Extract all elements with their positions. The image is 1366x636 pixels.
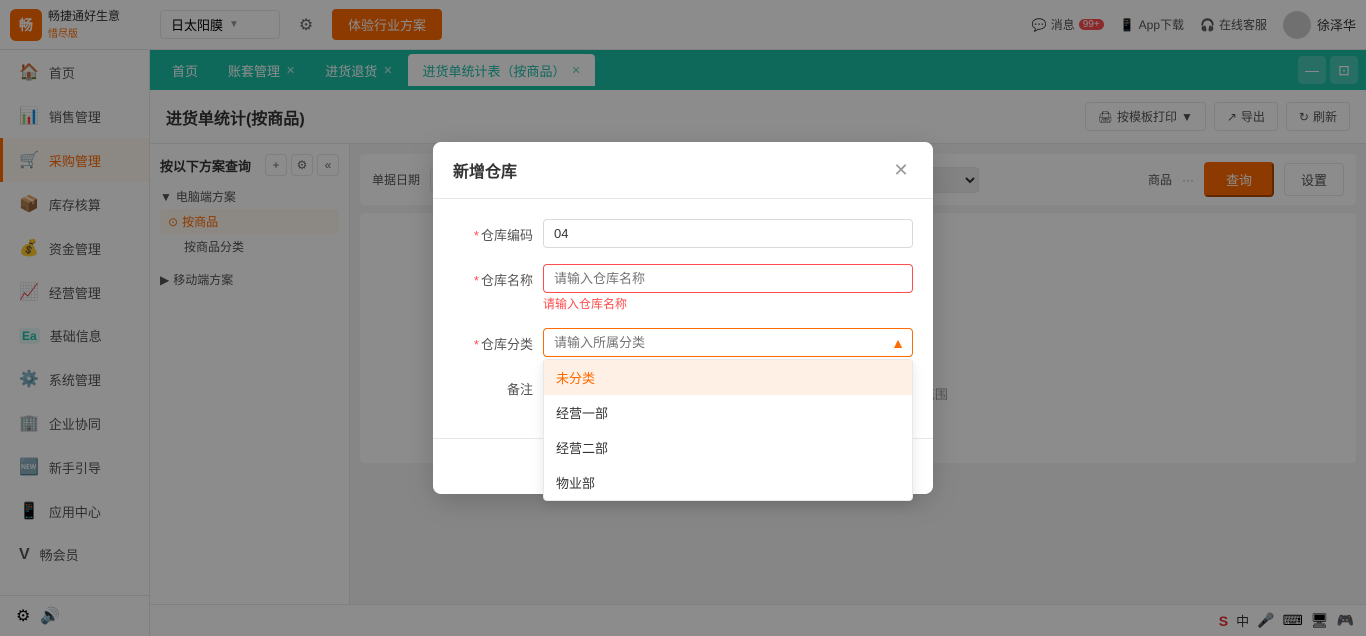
modal-overlay: 新增仓库 ✕ 仓库编码 仓库名称 请输入仓库名称 仓库分类 — [0, 0, 1366, 636]
add-warehouse-modal: 新增仓库 ✕ 仓库编码 仓库名称 请输入仓库名称 仓库分类 — [433, 142, 933, 494]
name-error-msg: 请输入仓库名称 — [543, 295, 913, 312]
name-input[interactable] — [543, 264, 913, 293]
form-row-name: 仓库名称 请输入仓库名称 — [453, 264, 913, 312]
category-input[interactable] — [543, 328, 913, 357]
category-dropdown: 未分类 经营一部 经营二部 物业部 — [543, 359, 913, 501]
name-wrapper: 请输入仓库名称 — [543, 264, 913, 312]
code-label: 仓库编码 — [453, 219, 533, 244]
modal-body: 仓库编码 仓库名称 请输入仓库名称 仓库分类 ▲ — [433, 199, 933, 438]
category-wrapper: ▲ 未分类 经营一部 经营二部 物业部 — [543, 328, 913, 357]
code-input[interactable] — [543, 219, 913, 248]
form-row-category: 仓库分类 ▲ 未分类 经营一部 经营二部 物业部 — [453, 328, 913, 357]
notes-label: 备注 — [453, 373, 533, 398]
dropdown-item-dept1[interactable]: 经营一部 — [544, 395, 912, 430]
chevron-up-icon[interactable]: ▲ — [891, 335, 905, 351]
dropdown-item-dept3[interactable]: 物业部 — [544, 465, 912, 500]
dropdown-item-dept2[interactable]: 经营二部 — [544, 430, 912, 465]
modal-title: 新增仓库 — [453, 158, 517, 182]
code-wrapper — [543, 219, 913, 248]
name-label: 仓库名称 — [453, 264, 533, 289]
category-label: 仓库分类 — [453, 328, 533, 353]
dropdown-item-uncategorized[interactable]: 未分类 — [544, 360, 912, 395]
category-input-group: ▲ — [543, 328, 913, 357]
form-row-code: 仓库编码 — [453, 219, 913, 248]
modal-close-button[interactable]: ✕ — [889, 158, 913, 182]
modal-header: 新增仓库 ✕ — [433, 142, 933, 199]
